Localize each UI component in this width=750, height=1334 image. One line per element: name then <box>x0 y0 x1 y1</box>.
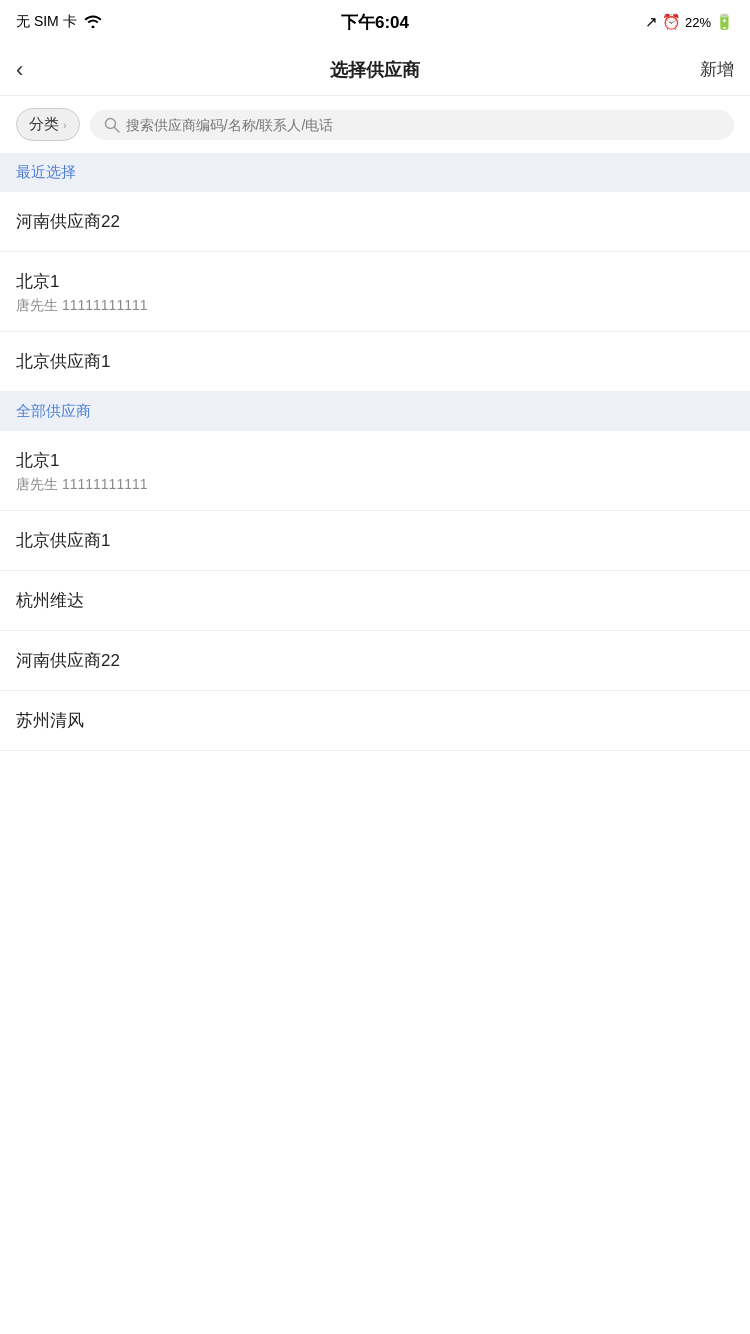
battery-icon: 🔋 <box>715 13 734 31</box>
back-button[interactable]: ‹ <box>16 49 31 91</box>
item-sub: 唐先生 11111111111 <box>16 297 734 315</box>
category-filter-button[interactable]: 分类 › <box>16 108 80 141</box>
category-label: 分类 <box>29 115 59 134</box>
item-name: 北京1 <box>16 449 734 472</box>
filter-row: 分类 › <box>0 96 750 153</box>
add-button[interactable]: 新增 <box>700 58 734 81</box>
battery-text: 22% <box>685 15 711 30</box>
status-bar-left: 无 SIM 卡 <box>16 13 103 31</box>
list-item[interactable]: 河南供应商22 <box>0 192 750 252</box>
carrier-text: 无 SIM 卡 <box>16 13 77 31</box>
svg-line-1 <box>114 127 119 132</box>
recent-section-label: 最近选择 <box>16 163 76 180</box>
recent-items-list: 河南供应商22 北京1 唐先生 11111111111 北京供应商1 <box>0 192 750 392</box>
status-bar: 无 SIM 卡 下午6:04 ↗ ⏰ 22% 🔋 <box>0 0 750 44</box>
search-wrapper[interactable] <box>90 110 734 140</box>
nav-title: 选择供应商 <box>330 58 420 82</box>
chevron-right-icon: › <box>63 119 67 131</box>
all-items-list: 北京1 唐先生 11111111111 北京供应商1 杭州维达河南供应商22 苏州清风 <box>0 431 750 751</box>
item-name: 苏州清风 <box>16 709 734 732</box>
list-item[interactable]: 北京1 唐先生 11111111111 <box>0 252 750 332</box>
item-name: 北京1 <box>16 270 734 293</box>
list-item[interactable]: 杭州维达 <box>0 571 750 631</box>
list-item[interactable]: 河南供应商22 <box>0 631 750 691</box>
alarm-icon: ⏰ <box>662 13 681 31</box>
wifi-icon <box>83 14 103 31</box>
recent-section-header: 最近选择 <box>0 153 750 192</box>
search-input[interactable] <box>126 117 720 133</box>
item-name: 北京供应商1 <box>16 350 734 373</box>
item-sub: 唐先生 11111111111 <box>16 476 734 494</box>
nav-bar: ‹ 选择供应商 新增 <box>0 44 750 96</box>
status-bar-time: 下午6:04 <box>341 11 409 34</box>
all-section-label: 全部供应商 <box>16 402 91 419</box>
item-name: 杭州维达 <box>16 589 734 612</box>
list-item[interactable]: 北京供应商1 <box>0 332 750 392</box>
item-name: 河南供应商22 <box>16 210 734 233</box>
list-item[interactable]: 北京供应商1 <box>0 511 750 571</box>
search-icon <box>104 117 120 133</box>
list-item[interactable]: 北京1 唐先生 11111111111 <box>0 431 750 511</box>
status-bar-right: ↗ ⏰ 22% 🔋 <box>645 13 734 31</box>
list-item[interactable]: 苏州清风 <box>0 691 750 751</box>
item-name: 北京供应商1 <box>16 529 734 552</box>
all-section-header: 全部供应商 <box>0 392 750 431</box>
item-name: 河南供应商22 <box>16 649 734 672</box>
location-icon: ↗ <box>645 13 658 31</box>
